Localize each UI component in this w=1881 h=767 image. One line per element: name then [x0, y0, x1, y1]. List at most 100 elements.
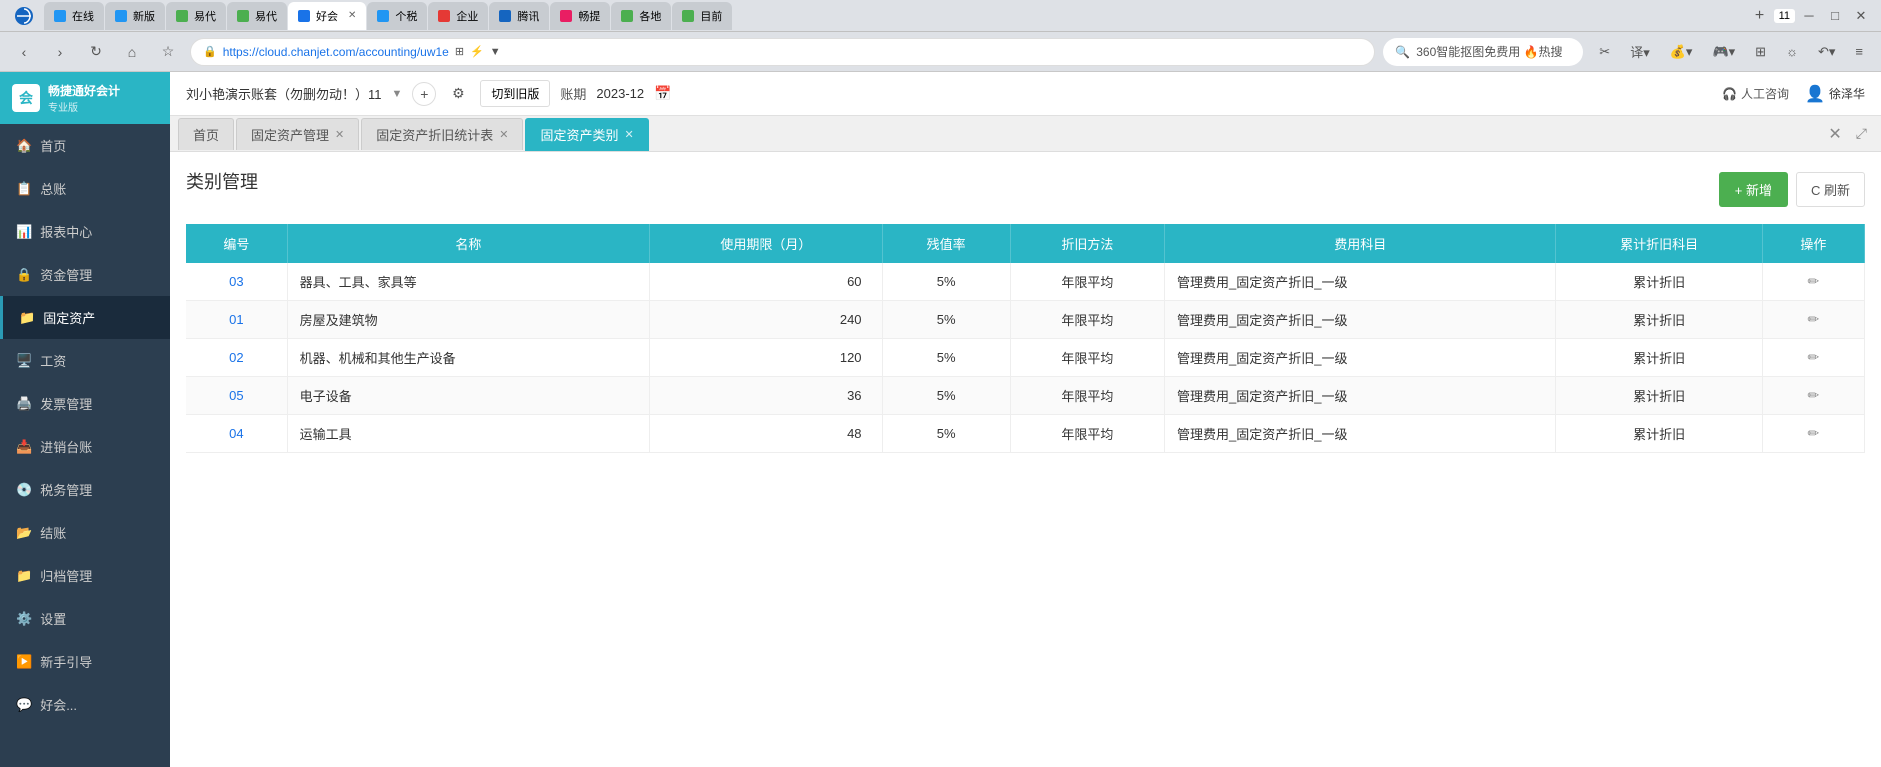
sidebar-item-haohui[interactable]: 💬 好会... — [0, 683, 170, 726]
cell-residual: 5% — [882, 339, 1010, 377]
sidebar-item-fixed-assets[interactable]: 📁 固定资产 — [0, 296, 170, 339]
restore-button[interactable]: □ — [1823, 4, 1847, 28]
sidebar-item-home[interactable]: 🏠 首页 — [0, 124, 170, 167]
cell-period: 36 — [650, 377, 882, 415]
browser-tab-qiye[interactable]: 企业 — [428, 2, 488, 30]
tab-close-icon[interactable]: ✕ — [625, 128, 634, 141]
sidebar-item-tax[interactable]: 💿 税务管理 — [0, 468, 170, 511]
sidebar-label: 工资 — [40, 351, 66, 370]
table-row: 01 房屋及建筑物 240 5% 年限平均 管理费用_固定资产折旧_一级 累计折… — [186, 301, 1865, 339]
tab-label: 好会 — [316, 8, 338, 24]
browser-tab-geshui[interactable]: 个税 — [367, 2, 427, 30]
sidebar-item-settlement[interactable]: 📂 结账 — [0, 511, 170, 554]
browser-tab-yidai1[interactable]: 易代 — [166, 2, 226, 30]
cell-code: 05 — [186, 377, 287, 415]
add-button[interactable]: + 新增 — [1719, 172, 1788, 207]
edit-icon[interactable]: ✏ — [1808, 387, 1820, 403]
wallet-icon[interactable]: 💰▾ — [1662, 40, 1701, 64]
cell-name: 器具、工具、家具等 — [287, 263, 650, 301]
sidebar-label: 总账 — [40, 179, 66, 198]
reports-icon: 📊 — [16, 224, 32, 240]
tab-label: 固定资产折旧统计表 — [376, 125, 493, 144]
sidebar-item-ledger[interactable]: 📋 总账 — [0, 167, 170, 210]
browser-tab-haohui[interactable]: 好会 ✕ — [288, 2, 366, 30]
sidebar-item-guide[interactable]: ▶️ 新手引导 — [0, 640, 170, 683]
edit-icon[interactable]: ✏ — [1808, 349, 1820, 365]
refresh-button[interactable]: ↻ — [82, 38, 110, 66]
tab-home[interactable]: 首页 — [178, 118, 234, 150]
menu-icon[interactable]: ≡ — [1847, 40, 1871, 63]
tab-close-icon[interactable]: ✕ — [335, 128, 344, 141]
search-bar[interactable]: 🔍 360智能抠图免费用 🔥热搜 — [1383, 38, 1583, 66]
calendar-icon[interactable]: 📅 — [654, 85, 671, 102]
switch-old-version-button[interactable]: 切到旧版 — [480, 80, 550, 107]
tax-icon: 💿 — [16, 482, 32, 498]
sidebar-label: 资金管理 — [40, 265, 92, 284]
cell-expense: 管理费用_固定资产折旧_一级 — [1164, 301, 1555, 339]
user-dropdown-icon[interactable]: ▼ — [392, 88, 403, 100]
sidebar-item-reports[interactable]: 📊 报表中心 — [0, 210, 170, 253]
expand-panel-button[interactable]: ⤢ — [1850, 125, 1873, 142]
grid-icon[interactable]: ⊞ — [1747, 40, 1774, 64]
url-bar[interactable]: 🔒 https://cloud.chanjet.com/accounting/u… — [190, 38, 1375, 66]
sidebar-item-funds[interactable]: 🔒 资金管理 — [0, 253, 170, 296]
close-panel-button[interactable]: ✕ — [1822, 124, 1847, 144]
cell-residual: 5% — [882, 377, 1010, 415]
browser-tab-tengxun[interactable]: 腾讯 — [489, 2, 549, 30]
archive-icon: 📁 — [16, 568, 32, 584]
brightness-icon[interactable]: ☼ — [1778, 40, 1806, 63]
sidebar-item-purchase[interactable]: 📥 进销台账 — [0, 425, 170, 468]
translate-icon[interactable]: 译▾ — [1622, 38, 1658, 65]
tab-depreciation[interactable]: 固定资产折旧统计表 ✕ — [361, 118, 523, 150]
new-tab-button[interactable]: + — [1748, 4, 1772, 28]
browser-tab-gedi[interactable]: 各地 — [611, 2, 671, 30]
bookmark-button[interactable]: ☆ — [154, 38, 182, 66]
consultant-button[interactable]: 🎧 人工咨询 — [1722, 85, 1789, 102]
dropdown-icon[interactable]: ▼ — [490, 46, 501, 58]
game-icon[interactable]: 🎮▾ — [1704, 40, 1743, 64]
add-account-button[interactable]: + — [412, 82, 436, 106]
browser-tab-changtui[interactable]: 畅提 — [550, 2, 610, 30]
tab-fixed-mgmt[interactable]: 固定资产管理 ✕ — [236, 118, 359, 150]
scissors-icon[interactable]: ✂ — [1591, 40, 1618, 64]
back-button[interactable]: ‹ — [10, 38, 38, 66]
sidebar-item-invoice[interactable]: 🖨️ 发票管理 — [0, 382, 170, 425]
period-label: 账期 — [560, 84, 586, 103]
sidebar-label: 新手引导 — [40, 652, 92, 671]
sidebar-item-archive[interactable]: 📁 归档管理 — [0, 554, 170, 597]
cell-depreciation: 累计折旧 — [1556, 301, 1762, 339]
tab-category[interactable]: 固定资产类别 ✕ — [525, 118, 648, 151]
cell-period: 120 — [650, 339, 882, 377]
user-avatar-area[interactable]: 👤 徐泽华 — [1805, 84, 1865, 104]
tab-label: 个税 — [395, 8, 417, 24]
user-company-label: 刘小艳演示账套（勿删勿动！）11 — [186, 84, 382, 103]
tab-label: 各地 — [639, 8, 661, 24]
cell-method: 年限平均 — [1010, 301, 1164, 339]
table-row: 05 电子设备 36 5% 年限平均 管理费用_固定资产折旧_一级 累计折旧 ✏ — [186, 377, 1865, 415]
close-window-button[interactable]: ✕ — [1849, 4, 1873, 28]
undo-icon[interactable]: ↶▾ — [1810, 40, 1843, 64]
cell-actions: ✏ — [1762, 301, 1864, 339]
browser-tab-online[interactable]: 在线 — [44, 2, 104, 30]
tab-label: 易代 — [255, 8, 277, 24]
tab-close-icon[interactable]: ✕ — [499, 128, 508, 141]
settings-gear-button[interactable]: ⚙ — [446, 82, 470, 106]
edit-icon[interactable]: ✏ — [1808, 425, 1820, 441]
home-button[interactable]: ⌂ — [118, 38, 146, 66]
sidebar-label: 设置 — [40, 609, 66, 628]
edit-icon[interactable]: ✏ — [1808, 311, 1820, 327]
refresh-data-button[interactable]: C 刷新 — [1796, 172, 1865, 207]
sidebar-item-salary[interactable]: 🖥️ 工资 — [0, 339, 170, 382]
edit-icon[interactable]: ✏ — [1808, 273, 1820, 289]
sidebar-item-settings[interactable]: ⚙️ 设置 — [0, 597, 170, 640]
sidebar-label: 结账 — [40, 523, 66, 542]
table-row: 03 器具、工具、家具等 60 5% 年限平均 管理费用_固定资产折旧_一级 累… — [186, 263, 1865, 301]
browser-tab-yidai2[interactable]: 易代 — [227, 2, 287, 30]
close-icon[interactable]: ✕ — [348, 10, 356, 21]
browser-tab-muqian[interactable]: 目前 — [672, 2, 732, 30]
forward-button[interactable]: › — [46, 38, 74, 66]
minimize-button[interactable]: ─ — [1797, 4, 1821, 28]
tab-label: 在线 — [72, 8, 94, 24]
sidebar-label: 好会... — [40, 695, 77, 714]
browser-tab-new[interactable]: 新版 — [105, 2, 165, 30]
